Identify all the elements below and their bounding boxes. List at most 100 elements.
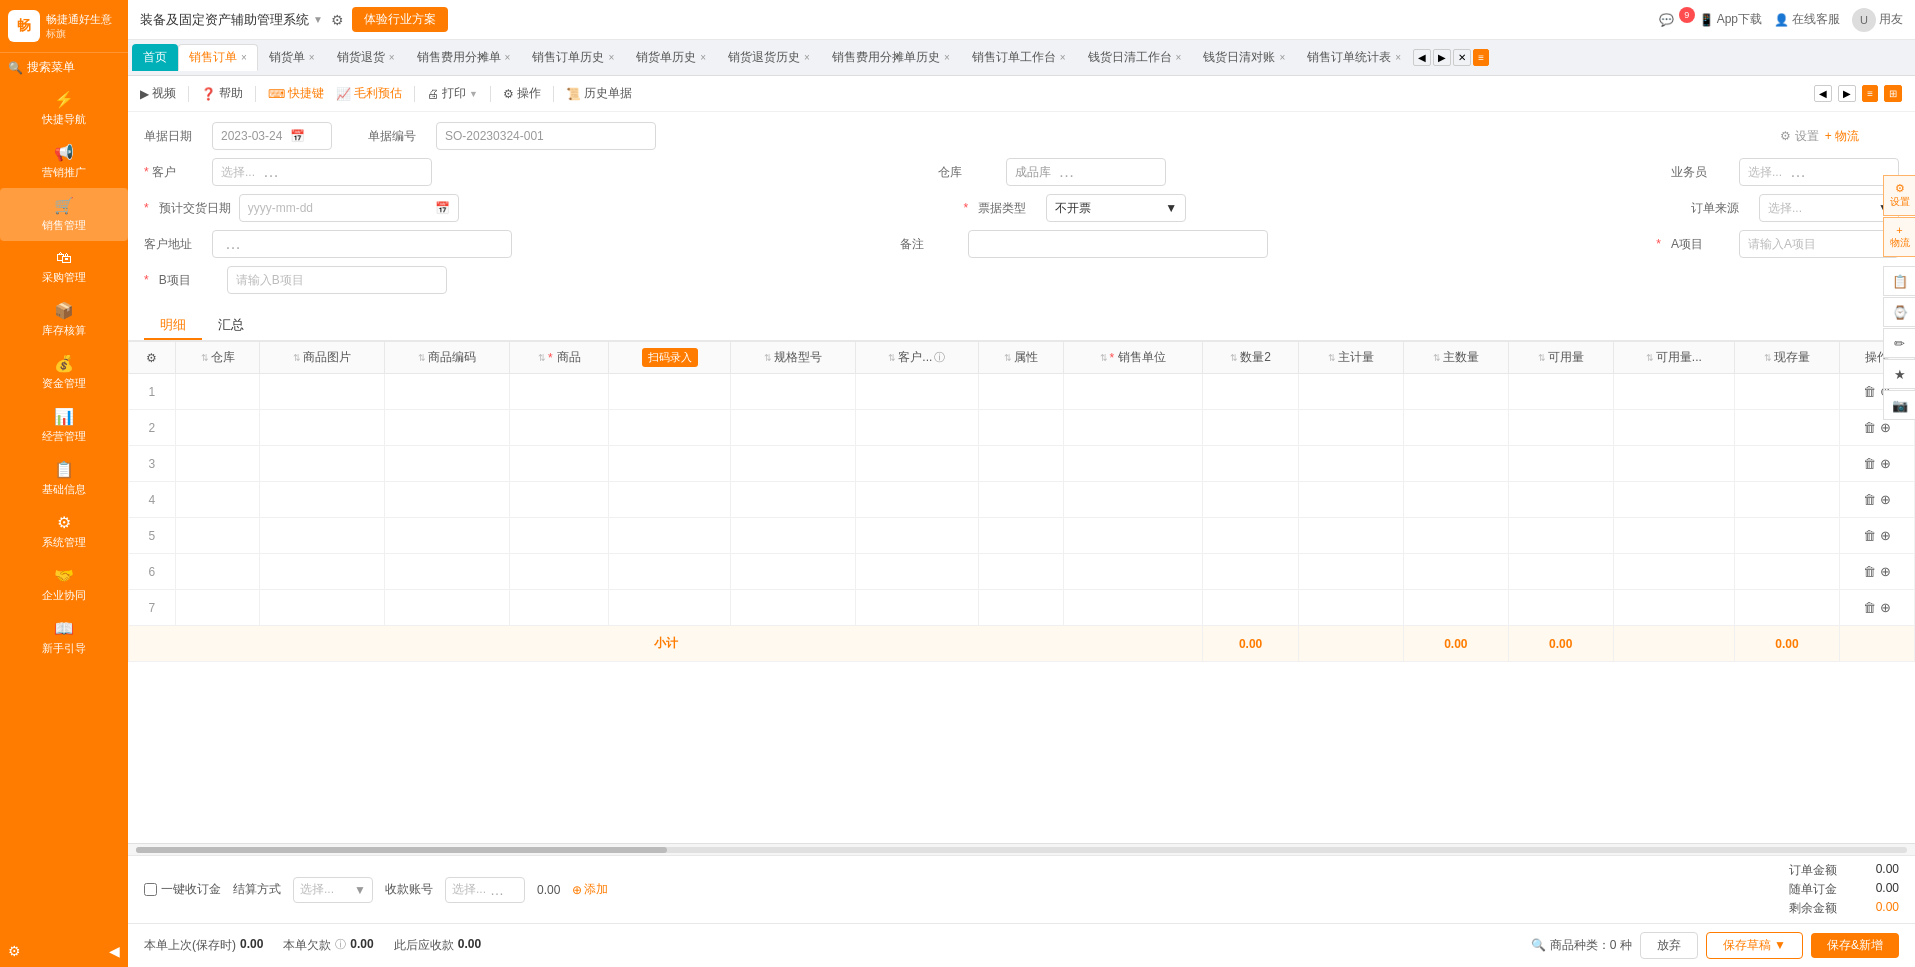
sidebar-item-inventory[interactable]: 📦 库存核算 xyxy=(0,293,128,346)
settlement-select[interactable]: 选择... ▼ xyxy=(293,877,373,903)
customer-input[interactable]: 选择... … xyxy=(212,158,432,186)
toolbar-view-toggle[interactable]: ≡ xyxy=(1862,85,1878,102)
tab-sales-order-history[interactable]: 销售订单历史 × xyxy=(521,44,625,71)
th-available[interactable]: ⇅可用量 xyxy=(1508,342,1613,374)
add-logistics-btn[interactable]: + 物流 xyxy=(1825,128,1859,145)
one-click-order-wrap[interactable]: 一键收订金 xyxy=(144,881,221,898)
user-avatar-wrap[interactable]: U 用友 xyxy=(1852,8,1903,32)
discard-btn[interactable]: 放弃 xyxy=(1640,932,1698,959)
cust-address-input[interactable]: … xyxy=(212,230,512,258)
bill-no-input[interactable]: SO-20230324-001 xyxy=(436,122,656,150)
one-click-order-checkbox[interactable] xyxy=(144,883,157,896)
sidebar-item-sales[interactable]: 🛒 销售管理 xyxy=(0,188,128,241)
order-source-select[interactable]: 选择... ▼ xyxy=(1759,194,1899,222)
sidebar-item-quick-nav[interactable]: ⚡ 快捷导航 xyxy=(0,82,128,135)
tab-nav-prev[interactable]: ◀ xyxy=(1413,49,1431,66)
tab-sales-order[interactable]: 销售订单 × xyxy=(178,44,258,71)
tab-sales-invoice[interactable]: 销货单 × xyxy=(258,44,326,71)
sidebar-item-guide[interactable]: 📖 新手引导 xyxy=(0,611,128,664)
rp-star-btn[interactable]: ★ xyxy=(1883,359,1915,389)
rp-edit-btn[interactable]: ✏ xyxy=(1883,328,1915,358)
row-delete-icon[interactable]: 🗑 xyxy=(1863,528,1876,543)
save-new-btn[interactable]: 保存&新增 xyxy=(1811,933,1899,958)
tab-close-icon[interactable]: × xyxy=(505,52,511,63)
th-sales-unit[interactable]: ⇅*销售单位 xyxy=(1063,342,1202,374)
th-warehouse[interactable]: ⇅仓库 xyxy=(175,342,260,374)
row-copy-icon[interactable]: ⊕ xyxy=(1880,456,1891,471)
sidebar-item-purchase[interactable]: 🛍 采购管理 xyxy=(0,241,128,293)
app-download-wrap[interactable]: 📱 App下载 xyxy=(1699,11,1762,28)
delivery-date-input[interactable]: yyyy-mm-dd 📅 xyxy=(239,194,459,222)
row-delete-icon[interactable]: 🗑 xyxy=(1863,600,1876,615)
tab-fee-history[interactable]: 销售费用分摊单历史 × xyxy=(821,44,961,71)
sidebar-item-enterprise[interactable]: 🤝 企业协同 xyxy=(0,558,128,611)
tab-sales-fee[interactable]: 销售费用分摊单 × xyxy=(406,44,522,71)
rp-watch-btn[interactable]: ⌚ xyxy=(1883,297,1915,327)
sidebar-item-marketing[interactable]: 📢 营销推广 xyxy=(0,135,128,188)
tab-nav-menu[interactable]: ≡ xyxy=(1473,49,1489,66)
th-stock[interactable]: ⇅现存量 xyxy=(1735,342,1840,374)
tab-close-icon[interactable]: × xyxy=(241,52,247,63)
collapse-icon[interactable]: ◀ xyxy=(109,943,120,959)
scan-btn[interactable]: 扫码录入 xyxy=(642,348,698,367)
toolbar-history[interactable]: 📜 历史单据 xyxy=(566,85,632,102)
toolbar-grid-toggle[interactable]: ⊞ xyxy=(1884,85,1902,102)
th-main-qty[interactable]: ⇅主数量 xyxy=(1403,342,1508,374)
tab-detail[interactable]: 明细 xyxy=(144,312,202,340)
row-copy-icon[interactable]: ⊕ xyxy=(1880,492,1891,507)
bill-date-input[interactable]: 2023-03-24 📅 xyxy=(212,122,332,150)
row-copy-icon[interactable]: ⊕ xyxy=(1880,600,1891,615)
tab-close-icon[interactable]: × xyxy=(944,52,950,63)
tab-daily-reconcile[interactable]: 钱货日清对账 × xyxy=(1192,44,1296,71)
warehouse-input[interactable]: 成品库 … xyxy=(1006,158,1166,186)
tab-close-icon[interactable]: × xyxy=(608,52,614,63)
th-product[interactable]: ⇅*商品 xyxy=(510,342,609,374)
tab-order-stats[interactable]: 销售订单统计表 × xyxy=(1296,44,1412,71)
header-settings-icon[interactable]: ⚙ xyxy=(331,12,344,28)
tab-order-workbench[interactable]: 销售订单工作台 × xyxy=(961,44,1077,71)
th-main-unit[interactable]: ⇅主计量 xyxy=(1299,342,1404,374)
toolbar-operations[interactable]: ⚙ 操作 xyxy=(503,85,541,102)
search-menu-item[interactable]: 🔍 搜索菜单 xyxy=(0,53,128,82)
tab-close-icon[interactable]: × xyxy=(389,52,395,63)
tab-home[interactable]: 首页 xyxy=(132,44,178,71)
data-table-wrap[interactable]: ⚙ ⇅仓库 ⇅商品图片 ⇅商品编码 ⇅*商品 扫码录入 ⇅规格型号 ⇅客户...… xyxy=(128,341,1915,843)
scroll-thumb[interactable] xyxy=(136,847,667,853)
note-input[interactable] xyxy=(968,230,1268,258)
tab-close-icon[interactable]: × xyxy=(804,52,810,63)
row-copy-icon[interactable]: ⊕ xyxy=(1880,528,1891,543)
industry-btn[interactable]: 体验行业方案 xyxy=(352,7,448,32)
th-product-img[interactable]: ⇅商品图片 xyxy=(260,342,385,374)
sidebar-item-system[interactable]: ⚙ 系统管理 xyxy=(0,505,128,558)
tab-summary[interactable]: 汇总 xyxy=(202,312,260,340)
toolbar-nav-next[interactable]: ▶ xyxy=(1838,85,1856,102)
staff-input[interactable]: 选择... … xyxy=(1739,158,1899,186)
th-scan[interactable]: 扫码录入 xyxy=(609,342,731,374)
rp-camera-btn[interactable]: 📷 xyxy=(1883,390,1915,420)
a-project-input[interactable]: 请输入A项目 xyxy=(1739,230,1899,258)
tab-close-icon[interactable]: × xyxy=(1395,52,1401,63)
tab-close-icon[interactable]: × xyxy=(1060,52,1066,63)
sidebar-item-finance[interactable]: 💰 资金管理 xyxy=(0,346,128,399)
th-product-code[interactable]: ⇅商品编码 xyxy=(385,342,510,374)
tab-sales-invoice-history[interactable]: 销货单历史 × xyxy=(625,44,717,71)
settings-bottom-icon[interactable]: ⚙ xyxy=(8,943,21,959)
save-draft-btn[interactable]: 保存草稿 ▼ xyxy=(1706,932,1803,959)
row-delete-icon[interactable]: 🗑 xyxy=(1863,456,1876,471)
toolbar-shortcut[interactable]: ⌨ 快捷键 xyxy=(268,85,324,102)
online-service-wrap[interactable]: 👤 在线客服 xyxy=(1774,11,1840,28)
th-qty2[interactable]: ⇅数量2 xyxy=(1203,342,1299,374)
toolbar-view[interactable]: ▶ 视频 xyxy=(140,85,176,102)
th-available2[interactable]: ⇅可用量... xyxy=(1613,342,1735,374)
row-delete-icon[interactable]: 🗑 xyxy=(1863,384,1876,399)
tab-close-icon[interactable]: × xyxy=(1279,52,1285,63)
sidebar-item-operations[interactable]: 📊 经营管理 xyxy=(0,399,128,452)
tab-daily-workbench[interactable]: 钱货日清工作台 × xyxy=(1077,44,1193,71)
tab-return-history[interactable]: 销货退货历史 × xyxy=(717,44,821,71)
th-customer-code[interactable]: ⇅客户...ⓘ xyxy=(855,342,978,374)
rp-settings-btn[interactable]: ⚙设置 xyxy=(1883,175,1915,216)
rp-logistics-btn[interactable]: +物流 xyxy=(1883,217,1915,257)
tab-close-icon[interactable]: × xyxy=(309,52,315,63)
tab-nav-close-all[interactable]: ✕ xyxy=(1453,49,1471,66)
toolbar-help[interactable]: ❓ 帮助 xyxy=(201,85,243,102)
